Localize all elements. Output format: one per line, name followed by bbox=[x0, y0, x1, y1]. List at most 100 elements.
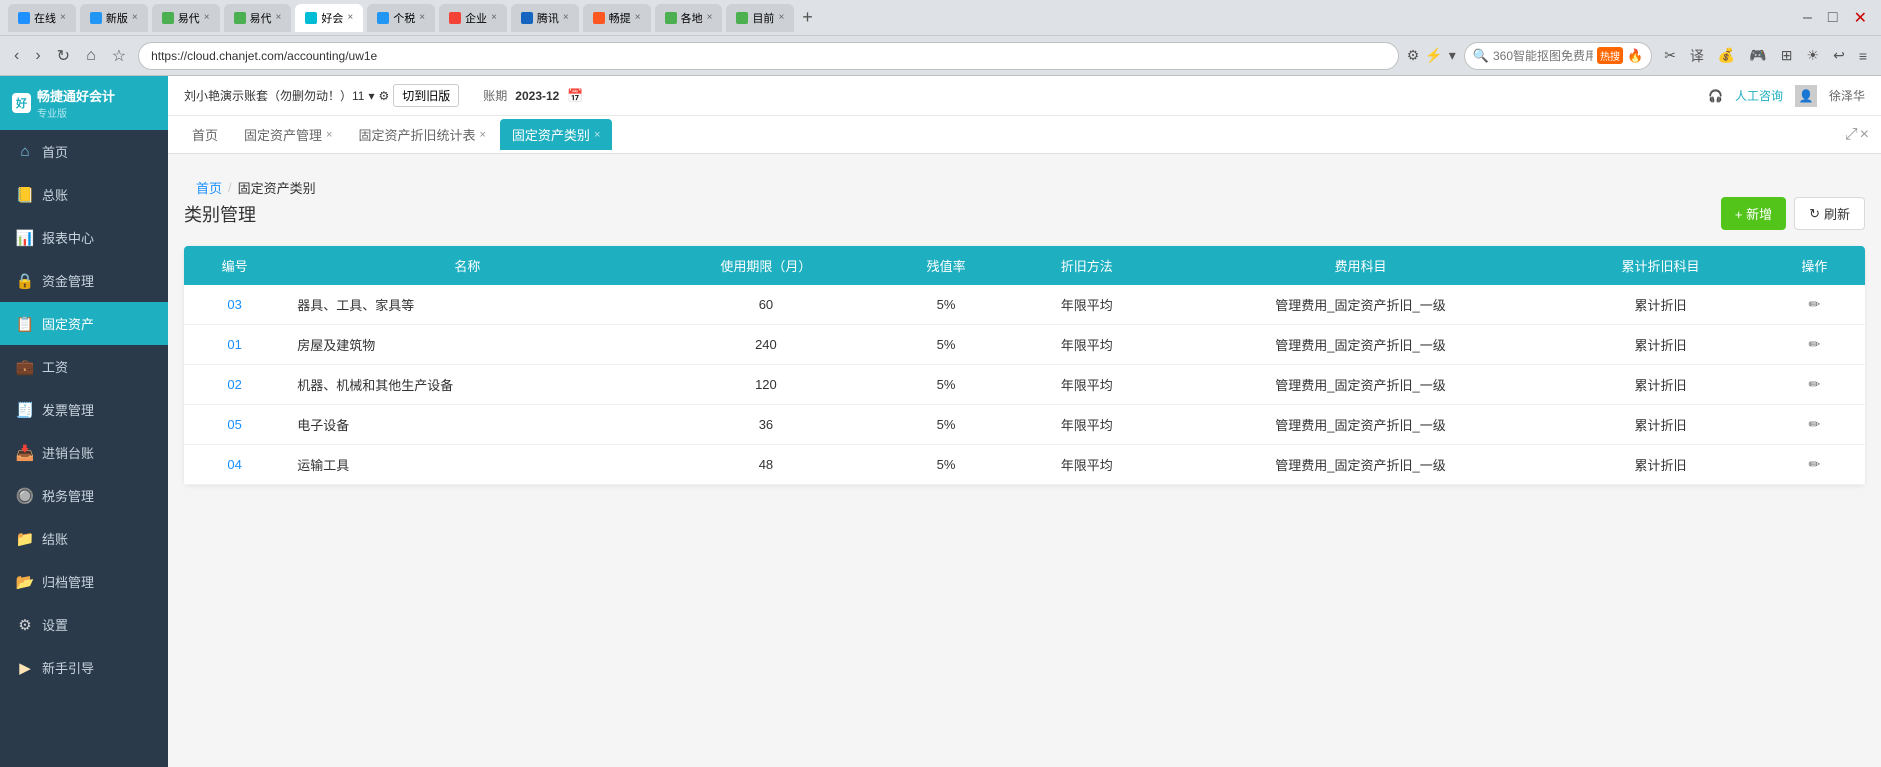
close-btn[interactable]: ✕ bbox=[1848, 6, 1873, 30]
back-btn[interactable]: ‹ bbox=[10, 43, 23, 69]
edit-btn-4[interactable]: ✏ bbox=[1764, 445, 1865, 485]
forward-btn[interactable]: › bbox=[31, 43, 44, 69]
col-method: 折旧方法 bbox=[1010, 246, 1164, 285]
search-icon: 🔍 bbox=[1473, 48, 1489, 64]
calendar-icon[interactable]: 📅 bbox=[567, 88, 583, 104]
sidebar-item-archive[interactable]: 📂 归档管理 bbox=[0, 560, 168, 603]
user-info: 刘小艳演示账套（勿删勿动！）11 ▾ ⚙ 切到旧版 bbox=[184, 84, 459, 107]
panel-close-btn[interactable]: × bbox=[1860, 126, 1869, 144]
tab-fixed-assets-manage[interactable]: 固定资产管理 × bbox=[232, 119, 344, 150]
tab-close-4[interactable]: × bbox=[347, 12, 353, 23]
tab-close-8[interactable]: × bbox=[635, 12, 641, 23]
tab-close-10[interactable]: × bbox=[778, 12, 784, 23]
wallet-icon[interactable]: 💰 bbox=[1714, 45, 1739, 66]
tab-close-6[interactable]: × bbox=[491, 12, 497, 23]
consult-label[interactable]: 人工咨询 bbox=[1735, 87, 1783, 104]
edit-btn-2[interactable]: ✏ bbox=[1764, 365, 1865, 405]
search-box[interactable]: 🔍 热搜 🔥 bbox=[1464, 42, 1652, 70]
undo-icon[interactable]: ↩ bbox=[1829, 45, 1849, 66]
tab-close-0[interactable]: × bbox=[60, 12, 66, 23]
cell-period-0: 60 bbox=[650, 285, 883, 325]
sidebar-item-salary[interactable]: 💼 工资 bbox=[0, 345, 168, 388]
brightness-icon[interactable]: ☀ bbox=[1803, 45, 1824, 66]
tab-close-fixed-assets-manage[interactable]: × bbox=[326, 129, 332, 141]
col-accum: 累计折旧科目 bbox=[1557, 246, 1763, 285]
old-version-btn[interactable]: 切到旧版 bbox=[393, 84, 459, 107]
tab-close-7[interactable]: × bbox=[563, 12, 569, 23]
sidebar-item-ledger[interactable]: 📒 总账 bbox=[0, 173, 168, 216]
cell-residual-1: 5% bbox=[882, 325, 1010, 365]
translate-icon[interactable]: 译 bbox=[1686, 44, 1708, 68]
maximize-btn[interactable]: □ bbox=[1822, 6, 1844, 30]
browser-tab-4[interactable]: 好会 × bbox=[295, 4, 363, 32]
edit-btn-1[interactable]: ✏ bbox=[1764, 325, 1865, 365]
grid-icon[interactable]: ⊞ bbox=[1777, 45, 1797, 66]
tab-home[interactable]: 首页 bbox=[180, 119, 230, 150]
browser-tab-3[interactable]: 易代 × bbox=[224, 4, 292, 32]
page-tab-bar: 首页 固定资产管理 × 固定资产折旧统计表 × 固定资产类别 × ⤢ × bbox=[168, 116, 1881, 154]
app-layout: 好 畅捷通好会计 专业版 ⌂ 首页 📒 总账 📊 报表中心 🔒 资金管理 bbox=[0, 76, 1881, 767]
search-input[interactable] bbox=[1493, 49, 1593, 63]
tab-close-depreciation-stats[interactable]: × bbox=[479, 129, 485, 141]
new-tab-btn[interactable]: + bbox=[798, 3, 817, 32]
tab-depreciation-stats[interactable]: 固定资产折旧统计表 × bbox=[346, 119, 497, 150]
tab-close-1[interactable]: × bbox=[132, 12, 138, 23]
game-icon[interactable]: 🎮 bbox=[1745, 45, 1770, 66]
sidebar-item-guide[interactable]: ▶ 新手引导 bbox=[0, 646, 168, 689]
tax-icon: 🔘 bbox=[16, 487, 34, 505]
edit-btn-0[interactable]: ✏ bbox=[1764, 285, 1865, 325]
add-btn[interactable]: + 新增 bbox=[1721, 197, 1786, 230]
settings-icon-header[interactable]: ⚙ bbox=[379, 89, 390, 103]
sidebar-item-settings[interactable]: ⚙ 设置 bbox=[0, 603, 168, 646]
browser-tab-6[interactable]: 企业 × bbox=[439, 4, 507, 32]
sidebar-item-stock[interactable]: 📥 进销台账 bbox=[0, 431, 168, 474]
cell-expense-0: 管理费用_固定资产折旧_一级 bbox=[1164, 285, 1558, 325]
breadcrumb-home[interactable]: 首页 bbox=[196, 178, 222, 197]
table-row: 05 电子设备 36 5% 年限平均 管理费用_固定资产折旧_一级 累计折旧 ✏ bbox=[184, 405, 1865, 445]
edit-btn-3[interactable]: ✏ bbox=[1764, 405, 1865, 445]
browser-tab-0[interactable]: 在线 × bbox=[8, 4, 76, 32]
sidebar-item-invoice[interactable]: 🧾 发票管理 bbox=[0, 388, 168, 431]
tab-close-5[interactable]: × bbox=[419, 12, 425, 23]
address-input[interactable] bbox=[138, 42, 1399, 70]
lightning-icon: ⚡ bbox=[1425, 47, 1442, 64]
tab-close-asset-category[interactable]: × bbox=[594, 129, 600, 141]
sidebar-logo: 好 畅捷通好会计 专业版 bbox=[0, 76, 168, 130]
tab-asset-category[interactable]: 固定资产类别 × bbox=[500, 119, 612, 150]
sidebar-item-reports[interactable]: 📊 报表中心 bbox=[0, 216, 168, 259]
sidebar-item-close-books[interactable]: 📁 结账 bbox=[0, 517, 168, 560]
minimize-btn[interactable]: – bbox=[1797, 6, 1818, 30]
sidebar-item-label-guide: 新手引导 bbox=[42, 658, 94, 677]
main-content: 刘小艳演示账套（勿删勿动！）11 ▾ ⚙ 切到旧版 账期 2023-12 📅 🎧… bbox=[168, 76, 1881, 767]
browser-tab-8[interactable]: 畅提 × bbox=[583, 4, 651, 32]
logo-icon: 好 bbox=[12, 93, 31, 113]
tab-depreciation-stats-label: 固定资产折旧统计表 bbox=[358, 125, 475, 144]
cell-accum-1: 累计折旧 bbox=[1557, 325, 1763, 365]
browser-tab-10[interactable]: 目前 × bbox=[726, 4, 794, 32]
tab-close-3[interactable]: × bbox=[276, 12, 282, 23]
panel-expand-btn[interactable]: ⤢ bbox=[1845, 126, 1858, 144]
scissors-icon[interactable]: ✂ bbox=[1660, 45, 1680, 66]
home-btn[interactable]: ⌂ bbox=[82, 43, 100, 69]
reload-btn[interactable]: ↻ bbox=[53, 42, 74, 70]
sidebar-item-fixed-assets[interactable]: 📋 固定资产 bbox=[0, 302, 168, 345]
logo-sub-text: 专业版 bbox=[37, 105, 115, 120]
tab-close-2[interactable]: × bbox=[204, 12, 210, 23]
bookmark-btn[interactable]: ☆ bbox=[108, 42, 130, 70]
tab-close-9[interactable]: × bbox=[707, 12, 713, 23]
dropdown-arrow[interactable]: ▾ bbox=[368, 89, 374, 103]
browser-tab-9[interactable]: 各地 × bbox=[655, 4, 723, 32]
hot-tag: 热搜 bbox=[1597, 47, 1623, 64]
browser-tab-2[interactable]: 易代 × bbox=[152, 4, 220, 32]
cell-accum-3: 累计折旧 bbox=[1557, 405, 1763, 445]
invoice-icon: 🧾 bbox=[16, 401, 34, 419]
browser-tab-5[interactable]: 个税 × bbox=[367, 4, 435, 32]
menu-icon[interactable]: ≡ bbox=[1855, 46, 1871, 66]
sidebar-item-tax[interactable]: 🔘 税务管理 bbox=[0, 474, 168, 517]
browser-tab-1[interactable]: 新版 × bbox=[80, 4, 148, 32]
browser-tab-7[interactable]: 腾讯 × bbox=[511, 4, 579, 32]
extensions-icon: ⚙ bbox=[1407, 47, 1420, 64]
sidebar-item-home[interactable]: ⌂ 首页 bbox=[0, 130, 168, 173]
refresh-btn[interactable]: ↻ 刷新 bbox=[1794, 197, 1865, 230]
sidebar-item-finance[interactable]: 🔒 资金管理 bbox=[0, 259, 168, 302]
